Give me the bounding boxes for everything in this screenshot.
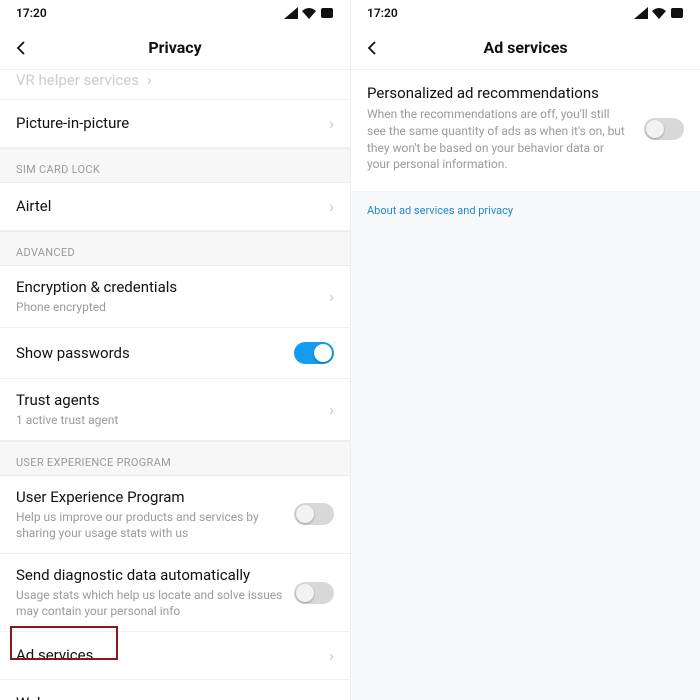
row-user-experience-program[interactable]: User Experience Program Help us improve … bbox=[0, 476, 350, 554]
row-label: Encryption & credentials bbox=[16, 278, 321, 297]
row-label: Web apps bbox=[16, 694, 321, 700]
back-button[interactable] bbox=[359, 34, 387, 62]
chevron-right-icon: › bbox=[321, 646, 334, 665]
row-label: Trust agents bbox=[16, 391, 321, 410]
settings-list: VR helper services › Picture-in-picture … bbox=[0, 70, 350, 700]
section-user-experience: USER EXPERIENCE PROGRAM bbox=[0, 441, 350, 476]
chevron-right-icon: › bbox=[321, 197, 334, 216]
section-sim-card-lock: SIM CARD LOCK bbox=[0, 148, 350, 183]
battery-icon bbox=[670, 7, 684, 19]
battery-icon bbox=[320, 7, 334, 19]
toggle-user-experience[interactable] bbox=[294, 503, 334, 525]
page-title: Privacy bbox=[0, 38, 350, 57]
wifi-icon bbox=[652, 7, 666, 19]
row-picture-in-picture[interactable]: Picture-in-picture › bbox=[0, 100, 350, 148]
empty-area bbox=[351, 229, 700, 700]
row-subtitle: When the recommendations are off, you'll… bbox=[367, 106, 626, 173]
status-bar: 17:20 bbox=[0, 0, 350, 26]
row-subtitle: Usage stats which help us locate and sol… bbox=[16, 587, 286, 619]
chevron-right-icon: › bbox=[321, 287, 334, 306]
row-label: Show passwords bbox=[16, 344, 286, 363]
row-vr-helper[interactable]: VR helper services › bbox=[0, 70, 350, 100]
link-about-ad-services[interactable]: About ad services and privacy bbox=[351, 192, 700, 229]
section-advanced: ADVANCED bbox=[0, 231, 350, 266]
row-label: Send diagnostic data automatically bbox=[16, 566, 286, 585]
row-subtitle: Help us improve our products and service… bbox=[16, 509, 286, 541]
row-encryption[interactable]: Encryption & credentials Phone encrypted… bbox=[0, 266, 350, 328]
row-airtel[interactable]: Airtel › bbox=[0, 183, 350, 231]
privacy-screen: 17:20 Privacy VR helper services › Pictu… bbox=[0, 0, 350, 700]
row-subtitle: Phone encrypted bbox=[16, 299, 321, 315]
page-title: Ad services bbox=[351, 38, 700, 57]
row-trust-agents[interactable]: Trust agents 1 active trust agent › bbox=[0, 379, 350, 441]
chevron-right-icon: › bbox=[321, 114, 334, 133]
signal-icon bbox=[284, 7, 298, 19]
toggle-personalized-ads[interactable] bbox=[644, 118, 684, 140]
status-bar: 17:20 bbox=[351, 0, 700, 26]
toggle-diagnostic[interactable] bbox=[294, 582, 334, 604]
back-chevron-icon bbox=[365, 40, 381, 56]
ad-services-screen: 17:20 Ad services Personalized ad recomm… bbox=[350, 0, 700, 700]
chevron-right-icon: › bbox=[139, 70, 152, 89]
chevron-right-icon: › bbox=[321, 400, 334, 419]
status-time: 17:20 bbox=[16, 6, 47, 20]
row-subtitle: 1 active trust agent bbox=[16, 412, 321, 428]
toggle-show-passwords[interactable] bbox=[294, 342, 334, 364]
row-ad-services[interactable]: Ad services › bbox=[0, 632, 350, 680]
row-label: Picture-in-picture bbox=[16, 114, 321, 133]
title-bar: Privacy bbox=[0, 26, 350, 70]
title-bar: Ad services bbox=[351, 26, 700, 70]
chevron-right-icon: › bbox=[321, 694, 334, 700]
status-time: 17:20 bbox=[367, 6, 398, 20]
row-label: Ad services bbox=[16, 646, 321, 665]
row-label: VR helper services bbox=[16, 71, 139, 89]
row-send-diagnostic[interactable]: Send diagnostic data automatically Usage… bbox=[0, 554, 350, 632]
back-chevron-icon bbox=[14, 40, 30, 56]
status-icons bbox=[284, 7, 334, 19]
row-show-passwords[interactable]: Show passwords bbox=[0, 328, 350, 379]
row-label: Personalized ad recommendations bbox=[367, 84, 626, 102]
back-button[interactable] bbox=[8, 34, 36, 62]
wifi-icon bbox=[302, 7, 316, 19]
row-personalized-ads[interactable]: Personalized ad recommendations When the… bbox=[351, 70, 700, 192]
row-web-apps[interactable]: Web apps › bbox=[0, 680, 350, 700]
row-label: Airtel bbox=[16, 197, 321, 216]
status-icons bbox=[634, 7, 684, 19]
signal-icon bbox=[634, 7, 648, 19]
row-label: User Experience Program bbox=[16, 488, 286, 507]
